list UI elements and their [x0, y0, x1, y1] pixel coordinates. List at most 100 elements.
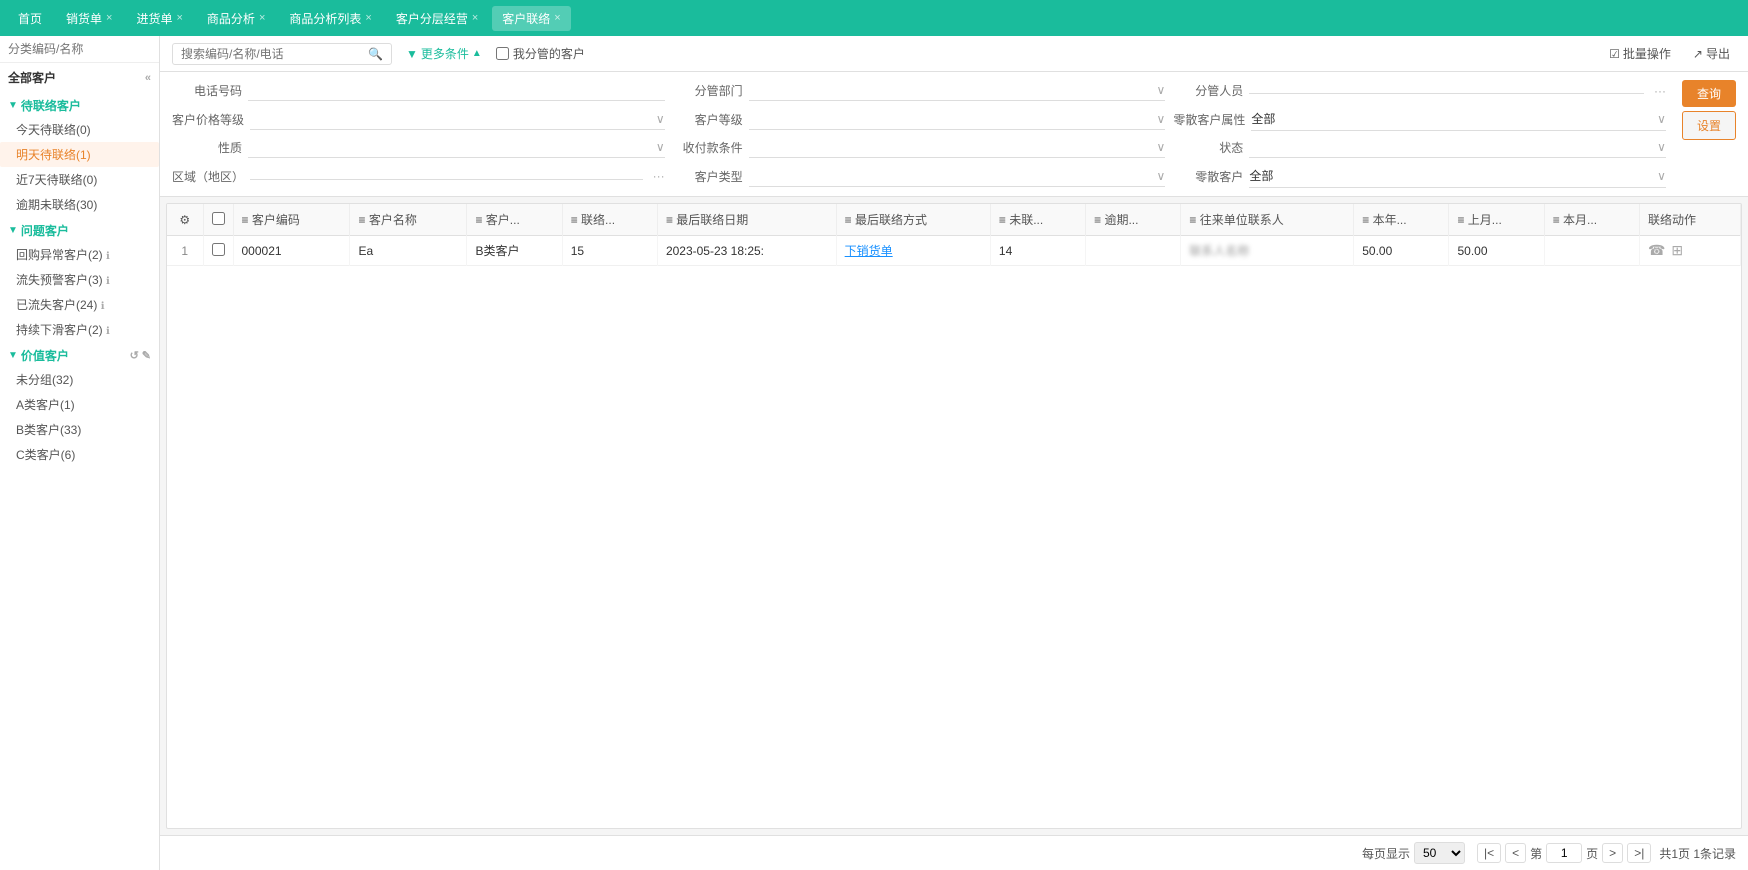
cell-checkbox[interactable] [203, 236, 233, 266]
set-button[interactable]: 设置 [1682, 111, 1736, 140]
col-last-contact-date[interactable]: ≡ 最后联络日期 [657, 204, 836, 236]
close-icon[interactable]: × [259, 12, 265, 24]
chevron-down-icon: ∨ [1657, 140, 1666, 154]
close-icon[interactable]: × [365, 12, 371, 24]
more-icon[interactable]: ··· [1654, 84, 1666, 98]
all-customers-header[interactable]: 全部客户 « [0, 63, 159, 92]
nav-customer-contact[interactable]: 客户联络 × [492, 6, 570, 31]
col-contact-person[interactable]: ≡ 往来单位联系人 [1181, 204, 1354, 236]
cell-overdue [1086, 236, 1181, 266]
nav-home[interactable]: 首页 [8, 6, 52, 31]
filter-retail-attr-label: 零散客户属性 [1173, 111, 1245, 128]
col-customer-type[interactable]: ≡ 客户... [467, 204, 562, 236]
prev-page-btn[interactable]: < [1505, 843, 1526, 863]
col-actions: 联络动作 [1639, 204, 1740, 236]
more-filters-btn[interactable]: ▼ 更多条件 ▲ [400, 42, 488, 65]
cell-code: 000021 [233, 236, 350, 266]
filter-phone-input[interactable] [248, 80, 665, 101]
col-customer-code[interactable]: ≡ 客户编码 [233, 204, 350, 236]
sidebar-search-input[interactable] [8, 42, 160, 56]
cell-actions: ☎ ⊞ [1639, 236, 1740, 266]
bulk-ops-btn[interactable]: ☑ 批量操作 [1603, 42, 1677, 65]
next-page-btn[interactable]: > [1602, 843, 1623, 863]
sidebar-item-declining[interactable]: 持续下滑客户(2) ℹ [0, 317, 159, 342]
per-page-select[interactable]: 50 100 200 [1414, 842, 1465, 864]
sidebar-item-overdue-contact[interactable]: 逾期未联络(30) [0, 192, 159, 217]
edit-icon[interactable]: ✎ [142, 349, 151, 362]
cell-last-contact-method[interactable]: 下销货单 [836, 236, 990, 266]
filter-phone-label: 电话号码 [172, 82, 242, 99]
nav-purchase-order[interactable]: 进货单 × [126, 6, 192, 31]
search-input[interactable] [181, 47, 364, 61]
last-page-btn[interactable]: >| [1627, 843, 1651, 863]
filter-status-select[interactable]: ∨ [1249, 137, 1666, 158]
sidebar-item-churn-warning[interactable]: 流失预警客户(3) ℹ [0, 267, 159, 292]
col-overdue[interactable]: ≡ 逾期... [1086, 204, 1181, 236]
select-all-checkbox[interactable] [212, 212, 225, 225]
close-icon[interactable]: × [554, 12, 560, 24]
sidebar-item-tomorrow-contact[interactable]: 明天待联络(1) [0, 142, 159, 167]
group-problem-customers: ▼ 问题客户 [0, 217, 159, 242]
filter-person: 分管人员 ··· [1173, 82, 1666, 99]
sidebar-item-churned[interactable]: 已流失客户(24) ℹ [0, 292, 159, 317]
row-checkbox[interactable] [212, 243, 225, 256]
col-settings[interactable]: ⚙ [167, 204, 203, 236]
refresh-icon[interactable]: ↺ [130, 349, 139, 362]
search-input-wrap[interactable]: 🔍 [172, 43, 392, 65]
contact-method-link[interactable]: 下销货单 [845, 244, 893, 258]
col-contacts[interactable]: ≡ 联络... [562, 204, 657, 236]
close-icon[interactable]: × [106, 12, 112, 24]
phone-action-icon[interactable]: ☎ [1648, 242, 1665, 259]
filter-payment-label: 收付款条件 [673, 139, 743, 156]
filter-nature-select[interactable]: ∨ [248, 137, 665, 158]
collapse-icon[interactable]: « [145, 72, 151, 84]
export-btn[interactable]: ↗ 导出 [1687, 42, 1736, 65]
search-icon[interactable]: 🔍 [368, 47, 383, 61]
cell-no-contact-days: 14 [990, 236, 1085, 266]
col-no-contact-days[interactable]: ≡ 未联... [990, 204, 1085, 236]
page-number-input[interactable] [1546, 843, 1582, 863]
nav-customer-segment[interactable]: 客户分层经营 × [386, 6, 488, 31]
main-layout: 🔍 全部客户 « ▼ 待联络客户 今天待联络(0) 明天待联络(1) 近7天待联… [0, 36, 1748, 870]
close-icon[interactable]: × [176, 12, 182, 24]
sidebar-item-class-c[interactable]: C类客户(6) [0, 442, 159, 467]
sidebar-item-class-b[interactable]: B类客户(33) [0, 417, 159, 442]
col-this-year[interactable]: ≡ 本年... [1354, 204, 1449, 236]
cell-contacts: 15 [562, 236, 657, 266]
col-last-contact-method[interactable]: ≡ 最后联络方式 [836, 204, 990, 236]
filter-panel: 电话号码 分管部门 ∨ 分管人员 [160, 72, 1748, 197]
sidebar-item-abnormal-repurchase[interactable]: 回购异常客户(2) ℹ [0, 242, 159, 267]
nav-product-analysis-list[interactable]: 商品分析列表 × [279, 6, 381, 31]
sidebar-search-wrap: 🔍 [0, 36, 159, 63]
close-icon[interactable]: × [472, 12, 478, 24]
more-icon[interactable]: ··· [653, 169, 665, 183]
sidebar-item-ungrouped[interactable]: 未分组(32) [0, 367, 159, 392]
cell-contact-person: 联系人名称 [1181, 236, 1354, 266]
filter-person-select[interactable] [1249, 87, 1644, 94]
query-button[interactable]: 查询 [1682, 80, 1736, 107]
first-page-btn[interactable]: |< [1477, 843, 1501, 863]
filter-retail-attr-select[interactable]: 全部 ∨ [1251, 107, 1666, 131]
sidebar-item-today-contact[interactable]: 今天待联络(0) [0, 117, 159, 142]
filter-grade-select[interactable]: ∨ [749, 109, 1166, 130]
filter-payment: 收付款条件 ∨ [673, 137, 1166, 158]
cell-index: 1 [167, 236, 203, 266]
filter-price-grade-select[interactable]: ∨ [250, 109, 665, 130]
per-page-select-wrap: 每页显示 50 100 200 [1362, 842, 1469, 864]
col-customer-name[interactable]: ≡ 客户名称 [350, 204, 467, 236]
filter-payment-select[interactable]: ∨ [749, 137, 1166, 158]
sidebar-item-7day-contact[interactable]: 近7天待联络(0) [0, 167, 159, 192]
filter-retail-customer-select[interactable]: 全部 ∨ [1249, 164, 1666, 188]
my-customers-checkbox[interactable] [496, 47, 509, 60]
col-last-month[interactable]: ≡ 上月... [1449, 204, 1544, 236]
col-this-month[interactable]: ≡ 本月... [1544, 204, 1639, 236]
nav-sales-order[interactable]: 销货单 × [56, 6, 122, 31]
grid-action-icon[interactable]: ⊞ [1671, 242, 1683, 259]
filter-region-select[interactable] [250, 173, 643, 180]
filter-dept-select[interactable]: ∨ [749, 80, 1166, 101]
nav-product-analysis[interactable]: 商品分析 × [197, 6, 275, 31]
sidebar-item-class-a[interactable]: A类客户(1) [0, 392, 159, 417]
chevron-down-icon: ∨ [656, 140, 665, 154]
col-checkbox[interactable] [203, 204, 233, 236]
filter-customer-type-select[interactable]: ∨ [749, 166, 1166, 187]
